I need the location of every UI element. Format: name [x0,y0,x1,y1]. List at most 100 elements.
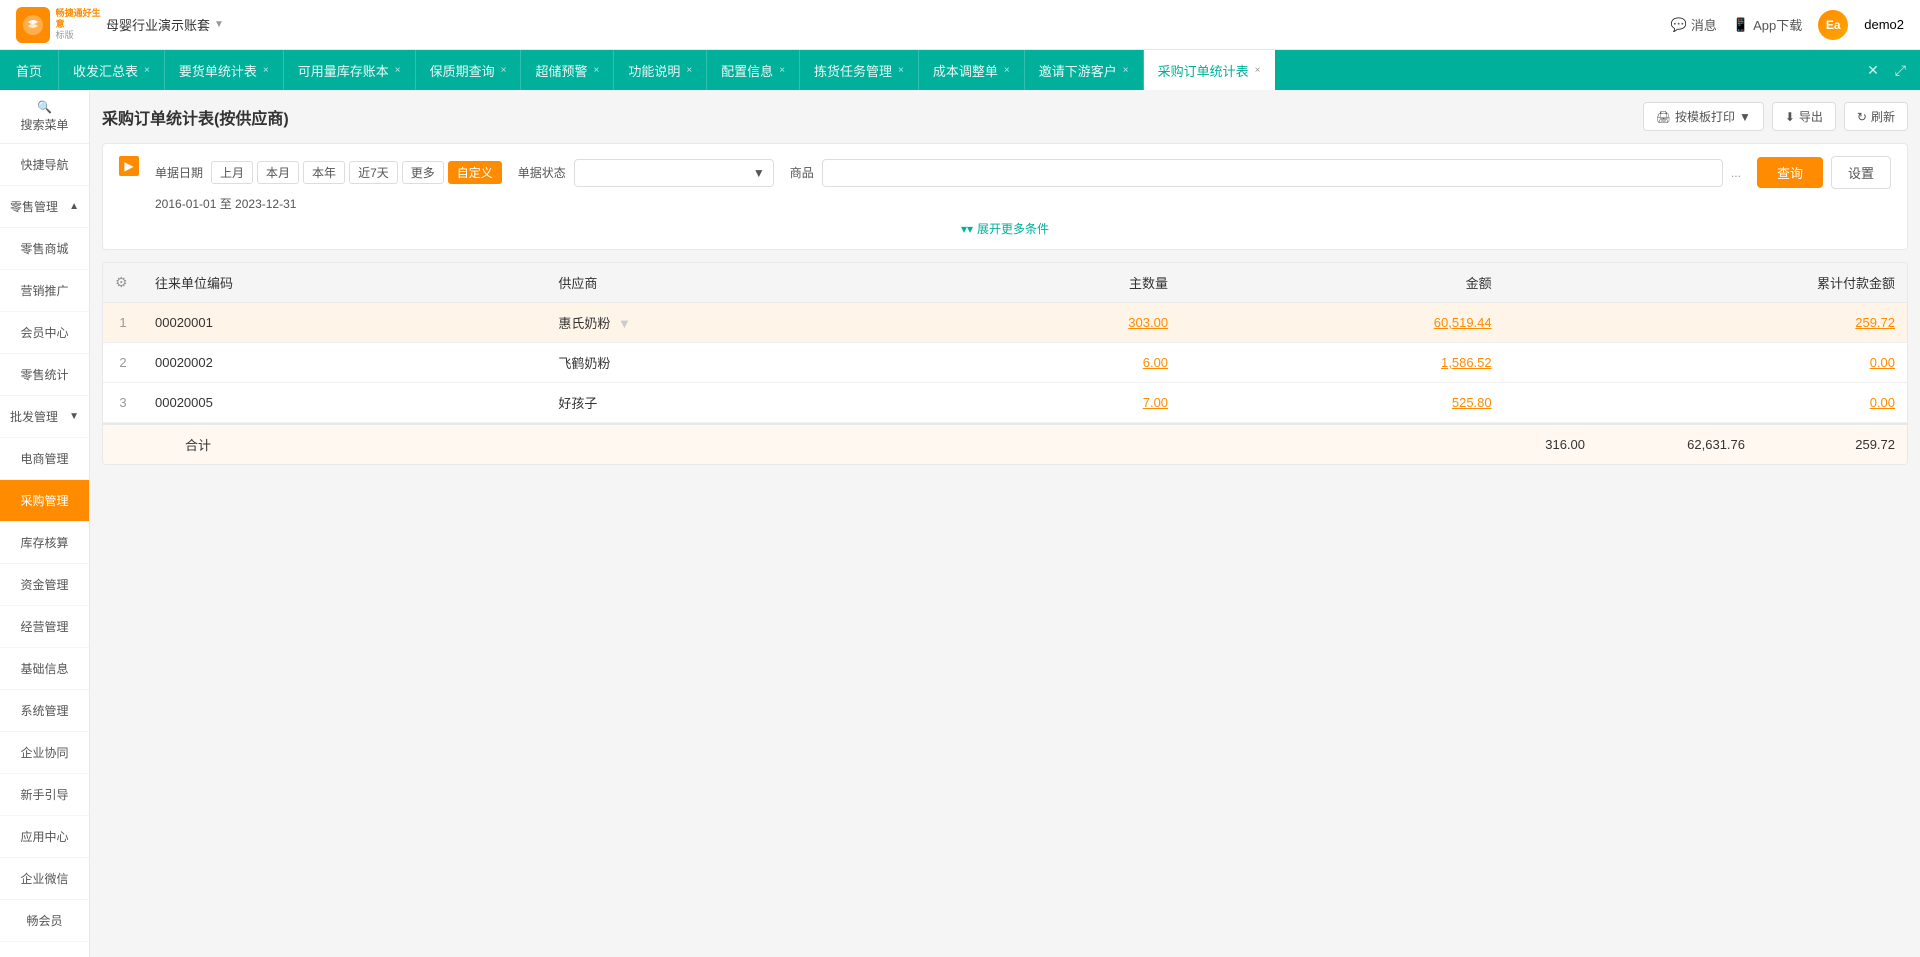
tab-caigoudantongjitab[interactable]: 采购订单统计表 × [1144,50,1276,90]
query-button[interactable]: 查询 [1757,157,1823,188]
sidebar-item-label: 经营管理 [20,618,68,635]
tab-close-icon[interactable]: × [779,65,785,76]
print-button[interactable]: 🖨 按模板打印 ▼ [1643,102,1764,131]
row-qty[interactable]: 7.00 [928,383,1180,423]
settings-button[interactable]: 设置 [1831,156,1891,189]
sidebar-item-huiyuanzhongx[interactable]: 会员中心 [0,312,89,354]
sidebar-item-quick-nav[interactable]: 快捷导航 [0,144,89,186]
tab-chengbentiaoz[interactable]: 成本调整单 × [919,50,1025,90]
sidebar-search-label: 搜索菜单 [20,116,68,133]
filter-toggle-button[interactable]: ▶ [119,156,139,176]
expand-more-button[interactable]: ▾▾ 展开更多条件 [961,220,1049,237]
sidebar-item-jingguanli[interactable]: 经营管理 [0,606,89,648]
tab-close-icon[interactable]: × [686,65,692,76]
tab-label: 功能说明 [628,61,680,80]
tab-close-icon[interactable]: × [1123,65,1129,76]
row-paid[interactable]: 0.00 [1504,383,1907,423]
date-btn-this-year[interactable]: 本年 [303,161,345,184]
sidebar-item-label: 批发管理 [10,408,58,425]
row-paid[interactable]: 0.00 [1504,343,1907,383]
sidebar-item-lingshosc[interactable]: 零售商城 [0,228,89,270]
date-btn-this-month[interactable]: 本月 [257,161,299,184]
tab-home[interactable]: 首页 [0,50,59,90]
sidebar-item-zigjinguanli[interactable]: 资金管理 [0,564,89,606]
supplier-dropdown-icon[interactable]: ▼ [618,316,631,331]
sidebar-item-kucunhejiao[interactable]: 库存核算 [0,522,89,564]
tab-yaoqingxiayou[interactable]: 邀请下游客户 × [1025,50,1144,90]
page-header: 采购订单统计表(按供应商) 🖨 按模板打印 ▼ ⬇ 导出 ↻ 刷新 [102,102,1908,131]
nav-close-button[interactable]: ✕ [1861,60,1885,81]
tab-close-icon[interactable]: × [593,65,599,76]
goods-input[interactable] [822,159,1723,187]
row-amount[interactable]: 60,519.44 [1180,303,1504,343]
sidebar-item-caigouguanli[interactable]: 采购管理 [0,480,89,522]
app-logo-icon [16,7,50,43]
query-actions: 查询 设置 [1757,156,1891,189]
sidebar-item-yingxiaotuiguang[interactable]: 营销推广 [0,270,89,312]
footer-paid: 259.72 [1745,437,1895,452]
logo-text-line1: 畅捷通好生意 [56,8,106,30]
column-settings-icon[interactable]: ⚙ [115,274,128,290]
row-qty[interactable]: 303.00 [928,303,1180,343]
export-label: 导出 [1799,108,1823,125]
tab-chaochuyujing[interactable]: 超储预警 × [521,50,614,90]
row-index: 2 [103,343,143,383]
filter-date-group: 单据日期 上月 本月 本年 近7天 更多 自定义 [155,161,502,184]
tab-tuohuorenwu[interactable]: 拣货任务管理 × [800,50,919,90]
row-supplier: 飞鹤奶粉 [546,343,928,383]
user-name: demo2 [1864,17,1904,32]
avatar[interactable]: Ea [1818,10,1848,40]
workspace-selector[interactable]: 母婴行业演示账套 ▼ [106,15,1671,34]
logo-sub: 标版 [56,30,106,41]
tab-close-icon[interactable]: × [144,65,150,76]
page-content: 采购订单统计表(按供应商) 🖨 按模板打印 ▼ ⬇ 导出 ↻ 刷新 [90,90,1920,957]
date-btn-last-month[interactable]: 上月 [211,161,253,184]
row-qty[interactable]: 6.00 [928,343,1180,383]
tab-gongnengshuo[interactable]: 功能说明 × [614,50,707,90]
tab-baoguan[interactable]: 保质期查询 × [416,50,522,90]
app-download-button[interactable]: 📱 App下载 [1733,15,1802,34]
sidebar-item-lingshoutongjii[interactable]: 零售统计 [0,354,89,396]
tab-peizhi[interactable]: 配置信息 × [707,50,800,90]
nav-expand-button[interactable]: ⤢ [1889,60,1912,81]
date-quick-buttons: 上月 本月 本年 近7天 更多 自定义 [211,161,502,184]
tab-close-icon[interactable]: × [501,65,507,76]
table-row: 1 00020001 惠氏奶粉 ▼ 303.00 60,519.44 259.7… [103,303,1907,343]
sidebar-item-xitongguanli[interactable]: 系统管理 [0,690,89,732]
row-amount[interactable]: 525.80 [1180,383,1504,423]
tab-close-icon[interactable]: × [898,65,904,76]
message-button[interactable]: 💬 消息 [1671,15,1717,34]
date-btn-more[interactable]: 更多 [402,161,444,184]
goods-filter-label: 商品 [790,164,814,181]
sidebar-item-pifaguanli[interactable]: 批发管理 ▼ [0,396,89,438]
row-amount[interactable]: 1,586.52 [1180,343,1504,383]
tab-close-icon[interactable]: × [1255,65,1261,76]
sidebar-item-qiyexietong[interactable]: 企业协同 [0,732,89,774]
tab-keyongliang[interactable]: 可用量库存账本 × [284,50,416,90]
date-btn-last-7days[interactable]: 近7天 [349,161,398,184]
tab-yaohuodantongjitab[interactable]: 要货单统计表 × [165,50,284,90]
sidebar-item-label: 零售管理 [10,198,58,215]
sidebar-item-changhuyuan[interactable]: 畅会员 [0,900,89,942]
tab-shoufahuizongtable[interactable]: 收发汇总表 × [59,50,165,90]
sidebar-item-lingshol[interactable]: 零售管理 ▲ [0,186,89,228]
status-dropdown-icon: ▼ [753,166,765,180]
more-icon[interactable]: ... [1731,166,1741,180]
date-btn-custom[interactable]: 自定义 [448,161,502,184]
status-select[interactable]: ▼ [574,159,774,187]
export-button[interactable]: ⬇ 导出 [1772,102,1836,131]
refresh-button[interactable]: ↻ 刷新 [1844,102,1908,131]
sidebar-item-diansguanli[interactable]: 电商管理 [0,438,89,480]
sidebar-item-jichu[interactable]: 基础信息 [0,648,89,690]
row-paid[interactable]: 259.72 [1504,303,1907,343]
sidebar-item-qiyewx[interactable]: 企业微信 [0,858,89,900]
tab-close-icon[interactable]: × [395,65,401,76]
sidebar-item-xinshouyindao[interactable]: 新手引导 [0,774,89,816]
expand-icon: ▾▾ [961,222,973,236]
row-supplier: 好孩子 [546,383,928,423]
col-qty: 主数量 [928,263,1180,303]
tab-close-icon[interactable]: × [1004,65,1010,76]
tab-close-icon[interactable]: × [263,65,269,76]
sidebar-search[interactable]: 🔍 搜索菜单 [0,90,89,144]
sidebar-item-yingyongzhongx[interactable]: 应用中心 [0,816,89,858]
